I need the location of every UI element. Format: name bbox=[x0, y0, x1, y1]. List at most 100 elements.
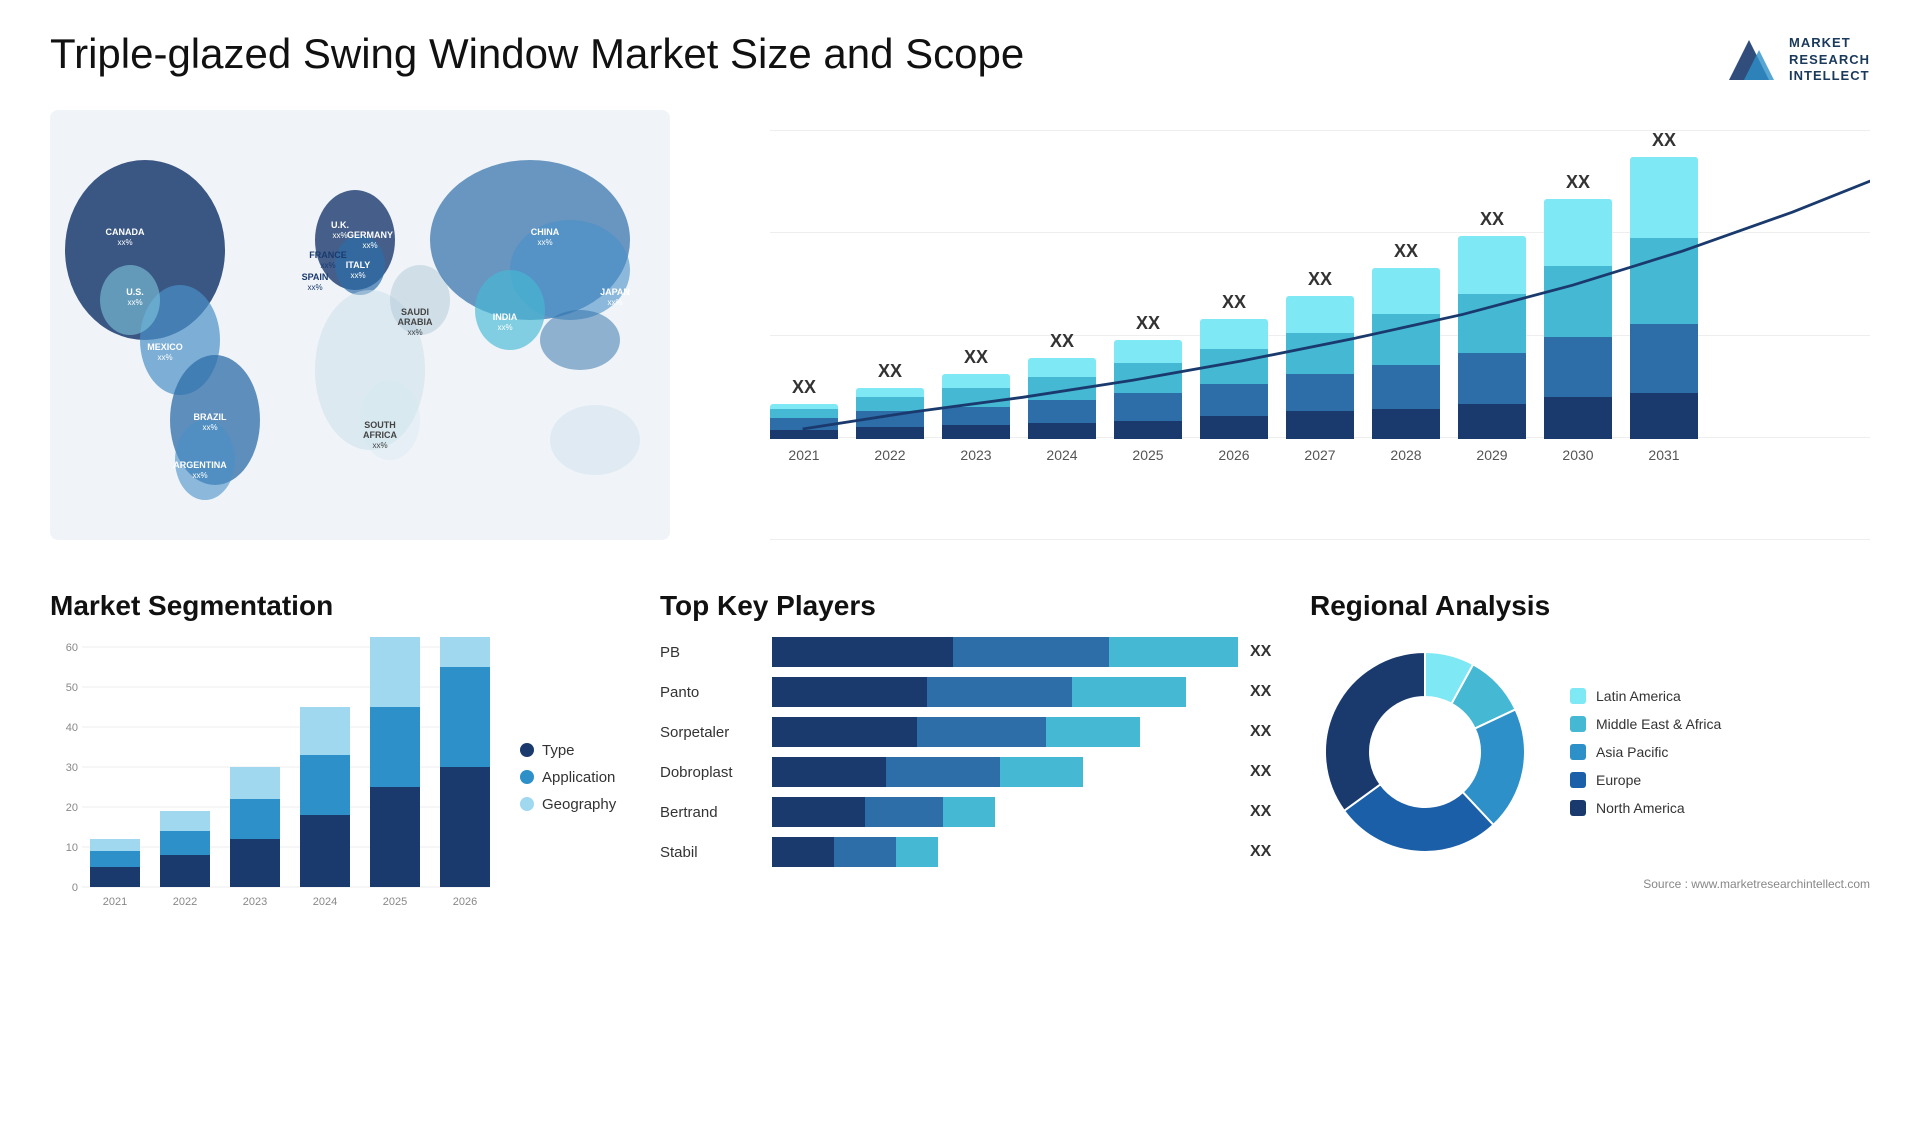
player-bar-piece bbox=[953, 637, 1108, 667]
player-bar bbox=[772, 757, 1238, 787]
segmentation-title: Market Segmentation bbox=[50, 590, 630, 622]
logo-icon bbox=[1719, 30, 1779, 90]
players-list: PBXXPantoXXSorpetalerXXDobroplastXXBertr… bbox=[660, 637, 1280, 867]
bar-stack bbox=[1114, 340, 1182, 439]
regional-label: Europe bbox=[1596, 772, 1641, 788]
svg-text:BRAZIL: BRAZIL bbox=[194, 412, 227, 422]
player-bar-piece bbox=[917, 717, 1046, 747]
bar-piece bbox=[1028, 423, 1096, 439]
svg-text:xx%: xx% bbox=[407, 328, 422, 337]
svg-text:60: 60 bbox=[66, 642, 78, 654]
player-bar-piece bbox=[1072, 677, 1186, 707]
player-bar-piece bbox=[772, 757, 886, 787]
svg-text:FRANCE: FRANCE bbox=[309, 250, 347, 260]
player-value: XX bbox=[1250, 803, 1280, 821]
regional-inner: Latin America Middle East & Africa Asia Pa… bbox=[1310, 637, 1870, 867]
seg-legend: Type Application Geography bbox=[520, 742, 640, 813]
bar-year-label: 2026 bbox=[1218, 447, 1249, 463]
bar-value-label: XX bbox=[792, 377, 816, 398]
bar-year-label: 2028 bbox=[1390, 447, 1421, 463]
svg-text:SPAIN: SPAIN bbox=[302, 272, 329, 282]
player-value: XX bbox=[1250, 723, 1280, 741]
bar-piece bbox=[1114, 393, 1182, 421]
svg-text:AFRICA: AFRICA bbox=[363, 430, 397, 440]
bar-piece bbox=[856, 397, 924, 411]
bar-value-label: XX bbox=[1136, 313, 1160, 334]
bar-stack bbox=[1200, 319, 1268, 439]
svg-text:xx%: xx% bbox=[202, 423, 217, 432]
bar-stack bbox=[1028, 358, 1096, 439]
bar-piece bbox=[1458, 353, 1526, 404]
bar-value-label: XX bbox=[1394, 241, 1418, 262]
svg-text:xx%: xx% bbox=[497, 323, 512, 332]
bar-chart-inner: XX2021XX2022XX2023XX2024XX2025XX2026XX20… bbox=[720, 110, 1870, 493]
bar-year-label: 2029 bbox=[1476, 447, 1507, 463]
bar-group: XX2030 bbox=[1544, 172, 1612, 463]
regional-label: Middle East & Africa bbox=[1596, 716, 1721, 732]
svg-text:CANADA: CANADA bbox=[106, 227, 145, 237]
svg-text:xx%: xx% bbox=[537, 238, 552, 247]
regional-label: Latin America bbox=[1596, 688, 1681, 704]
bar-group: XX2022 bbox=[856, 361, 924, 463]
bar-piece bbox=[1028, 400, 1096, 423]
legend-label: Type bbox=[542, 742, 575, 759]
legend-item: Geography bbox=[520, 796, 640, 813]
bar-chart-wrapper: XX2021XX2022XX2023XX2024XX2025XX2026XX20… bbox=[720, 110, 1870, 570]
players-section: Top Key Players PBXXPantoXXSorpetalerXXD… bbox=[660, 590, 1280, 917]
legend-item: Application bbox=[520, 769, 640, 786]
bar-value-label: XX bbox=[878, 361, 902, 382]
bar-piece bbox=[1544, 199, 1612, 266]
bar-year-label: 2031 bbox=[1648, 447, 1679, 463]
bar-piece bbox=[770, 430, 838, 439]
regional-section: Regional Analysis Latin AmericaMiddle Ea… bbox=[1310, 590, 1870, 917]
bar-group: XX2021 bbox=[770, 377, 838, 463]
bar-value-label: XX bbox=[1222, 292, 1246, 313]
bar-group: XX 2028 bbox=[1372, 241, 1440, 463]
player-value: XX bbox=[1250, 683, 1280, 701]
player-name: Stabil bbox=[660, 844, 760, 861]
legend-item: Type bbox=[520, 742, 640, 759]
bar-stack bbox=[1286, 296, 1354, 439]
svg-text:xx%: xx% bbox=[307, 283, 322, 292]
bar-piece bbox=[1028, 358, 1096, 377]
bar-piece bbox=[942, 388, 1010, 407]
svg-text:2022: 2022 bbox=[173, 896, 197, 908]
regional-label: Asia Pacific bbox=[1596, 744, 1668, 760]
svg-text:SOUTH: SOUTH bbox=[364, 420, 396, 430]
main-grid: CANADA xx% U.S. xx% MEXICO xx% BRAZIL xx… bbox=[50, 110, 1870, 590]
bar-piece bbox=[1630, 393, 1698, 439]
bar-stack bbox=[1544, 199, 1612, 439]
donut-chart bbox=[1310, 637, 1540, 867]
svg-text:xx%: xx% bbox=[350, 271, 365, 280]
bar-group: XX2025 bbox=[1114, 313, 1182, 463]
player-name: Dobroplast bbox=[660, 764, 760, 781]
player-bar-piece bbox=[834, 837, 896, 867]
player-name: Bertrand bbox=[660, 804, 760, 821]
bar-piece bbox=[1630, 157, 1698, 238]
player-row: Stabil XX bbox=[660, 837, 1280, 867]
player-value: XX bbox=[1250, 843, 1280, 861]
bottom-grid: Market Segmentation 01020304050602021202… bbox=[50, 590, 1870, 917]
player-bar-piece bbox=[865, 797, 943, 827]
bar-piece bbox=[1028, 377, 1096, 400]
svg-text:GERMANY: GERMANY bbox=[347, 230, 393, 240]
regional-legend-item: Latin America bbox=[1570, 688, 1721, 704]
svg-text:10: 10 bbox=[66, 842, 78, 854]
svg-text:MEXICO: MEXICO bbox=[147, 342, 183, 352]
svg-text:xx%: xx% bbox=[117, 238, 132, 247]
regional-legend-item: Asia Pacific bbox=[1570, 744, 1721, 760]
bar-piece bbox=[1372, 409, 1440, 439]
player-row: Bertrand XX bbox=[660, 797, 1280, 827]
seg-chart-area: 0102030405060202120222023202420252026 bbox=[50, 637, 500, 917]
player-bar-piece bbox=[772, 837, 834, 867]
bar-piece bbox=[770, 418, 838, 430]
svg-text:0: 0 bbox=[72, 882, 78, 894]
player-bar-piece bbox=[927, 677, 1072, 707]
player-bar-piece bbox=[772, 797, 865, 827]
logo-text: MARKETRESEARCHINTELLECT bbox=[1789, 35, 1870, 86]
bar-piece bbox=[1372, 365, 1440, 409]
player-row: DobroplastXX bbox=[660, 757, 1280, 787]
legend-label: Application bbox=[542, 769, 615, 786]
player-value: XX bbox=[1250, 643, 1280, 661]
bar-stack bbox=[942, 374, 1010, 439]
